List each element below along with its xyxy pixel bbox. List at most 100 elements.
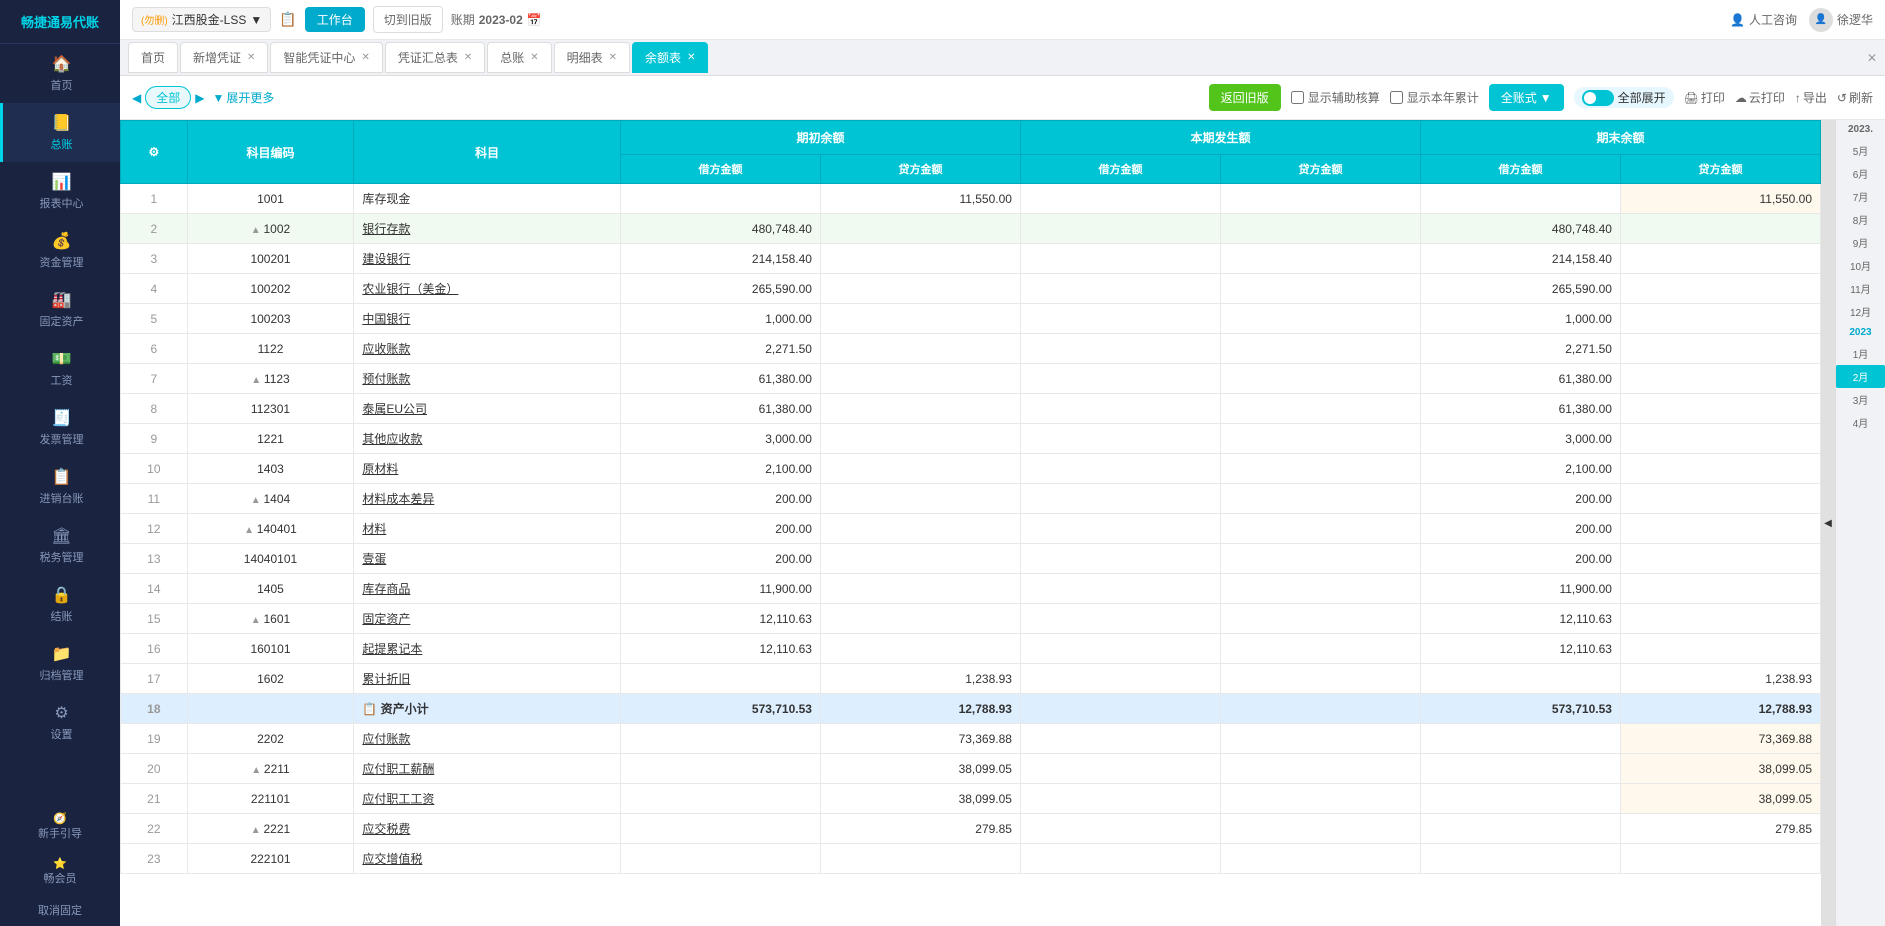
sidebar-item-reports[interactable]: 📊 报表中心 [0, 162, 120, 221]
sidebar-item-funds[interactable]: 💰 资金管理 [0, 221, 120, 280]
subject-name[interactable]: 应付职工薪酬 [354, 754, 621, 784]
tab-bar: 首页 新增凭证 ✕ 智能凭证中心 ✕ 凭证汇总表 ✕ 总账 ✕ 明细表 ✕ [120, 40, 1885, 76]
export-button[interactable]: ↑ 导出 [1795, 89, 1827, 106]
subject-name: 📋 资产小计 [354, 694, 621, 724]
refresh-button[interactable]: ↺ 刷新 [1837, 89, 1873, 106]
period-debit: 1,000.00 [620, 304, 820, 334]
month-2-active[interactable]: 2月 [1836, 365, 1885, 388]
filter-all-button[interactable]: 全部 [145, 86, 191, 109]
subject-name[interactable]: 应付职工工资 [354, 784, 621, 814]
period-calendar-icon[interactable]: 📅 [527, 13, 542, 27]
month-3[interactable]: 3月 [1836, 388, 1885, 411]
sidebar-item-guide[interactable]: 🧭 新手引导 [0, 804, 120, 849]
subject-name[interactable]: 材料成本差异 [354, 484, 621, 514]
settings-col-header[interactable]: ⚙ [121, 121, 188, 184]
month-5[interactable]: 5月 [1836, 139, 1885, 162]
sidebar-item-ledger[interactable]: 📒 总账 [0, 103, 120, 162]
subject-name[interactable]: 预付账款 [354, 364, 621, 394]
end-debit [1420, 844, 1620, 874]
month-4[interactable]: 4月 [1836, 411, 1885, 434]
sidebar-item-member[interactable]: ⭐ 畅会员 [0, 849, 120, 894]
tab-home[interactable]: 首页 [128, 42, 178, 73]
show-ytd-checkbox[interactable] [1390, 91, 1403, 104]
month-9[interactable]: 9月 [1836, 231, 1885, 254]
tab-balance-close[interactable]: ✕ [687, 52, 695, 63]
tab-close-all-icon[interactable]: ✕ [1867, 51, 1877, 65]
subject-name[interactable]: 库存商品 [354, 574, 621, 604]
tab-smart-voucher[interactable]: 智能凭证中心 ✕ [270, 42, 382, 73]
table-container[interactable]: ⚙ 科目编码 科目 期初余额 本期发生额 期末余额 借方金额 贷方金额 借方金额… [120, 120, 1821, 926]
go-back-button[interactable]: 返回旧版 [1209, 84, 1281, 111]
subject-name[interactable]: 泰属EU公司 [354, 394, 621, 424]
sidebar-item-settings[interactable]: ⚙ 设置 [0, 693, 120, 752]
tab-detail[interactable]: 明细表 ✕ [554, 42, 630, 73]
month-6[interactable]: 6月 [1836, 162, 1885, 185]
panel-collapse-button[interactable]: ◀ [1821, 120, 1835, 926]
month-7[interactable]: 7月 [1836, 185, 1885, 208]
cur-debit [1020, 664, 1220, 694]
subject-name[interactable]: 壹蛋 [354, 544, 621, 574]
subject-name[interactable]: 材料 [354, 514, 621, 544]
archive-icon: 📁 [52, 644, 72, 664]
expand-more-button[interactable]: ▼ 展开更多 [212, 89, 274, 106]
subject-name[interactable]: 其他应收款 [354, 424, 621, 454]
print-button[interactable]: 🖨 打印 [1684, 89, 1725, 106]
sales-icon: 📋 [52, 467, 72, 487]
cancel-fixed-button[interactable]: 取消固定 [0, 894, 120, 926]
workbench-button[interactable]: 工作台 [305, 7, 365, 32]
subject-name[interactable]: 应付账款 [354, 724, 621, 754]
subject-name[interactable]: 应交税费 [354, 814, 621, 844]
tab-voucher-summary-label: 凭证汇总表 [398, 49, 458, 66]
period-debit: 11,900.00 [620, 574, 820, 604]
sidebar-item-archive[interactable]: 📁 归档管理 [0, 634, 120, 693]
month-12[interactable]: 12月 [1836, 300, 1885, 323]
subject-name[interactable]: 建设银行 [354, 244, 621, 274]
subject-name[interactable]: 原材料 [354, 454, 621, 484]
month-10[interactable]: 10月 [1836, 254, 1885, 277]
tab-detail-close[interactable]: ✕ [609, 52, 617, 63]
expand-all-toggle[interactable]: 全部展开 [1574, 87, 1674, 108]
tab-smart-voucher-close[interactable]: ✕ [361, 52, 369, 63]
tab-new-voucher-close[interactable]: ✕ [247, 52, 255, 63]
subject-name[interactable]: 农业银行（美金） [354, 274, 621, 304]
sidebar-item-assets[interactable]: 🏭 固定资产 [0, 280, 120, 339]
period-label: 账期 [451, 11, 475, 28]
sidebar-item-sales[interactable]: 📋 进销台账 [0, 457, 120, 516]
tab-voucher-summary-close[interactable]: ✕ [464, 52, 472, 63]
tab-voucher-summary[interactable]: 凭证汇总表 ✕ [385, 42, 485, 73]
user-service[interactable]: 👤 人工咨询 [1730, 11, 1797, 28]
company-selector[interactable]: (勿删) 江西股金-LSS ▼ [132, 7, 271, 32]
toggle-switch[interactable] [1582, 90, 1614, 106]
end-debit: 573,710.53 [1420, 694, 1620, 724]
cloud-print-button[interactable]: ☁ 云打印 [1735, 89, 1785, 106]
format-button[interactable]: 全账式 ▼ [1489, 84, 1564, 111]
subject-name[interactable]: 累计折旧 [354, 664, 621, 694]
copy-icon[interactable]: 📋 [279, 11, 296, 28]
subject-name[interactable]: 应交增值税 [354, 844, 621, 874]
sidebar-item-salary[interactable]: 💵 工资 [0, 339, 120, 398]
subject-name[interactable]: 中国银行 [354, 304, 621, 334]
sidebar-item-close[interactable]: 🔒 结账 [0, 575, 120, 634]
table-row: 12▲ 140401材料200.00200.00 [121, 514, 1821, 544]
tab-ledger-close[interactable]: ✕ [530, 52, 538, 63]
sidebar-item-invoice[interactable]: 🧾 发票管理 [0, 398, 120, 457]
tab-balance[interactable]: 余额表 ✕ [632, 42, 708, 73]
subject-name[interactable]: 固定资产 [354, 604, 621, 634]
month-8[interactable]: 8月 [1836, 208, 1885, 231]
user-info[interactable]: 👤 徐逻华 [1809, 8, 1873, 32]
show-aux-checkbox[interactable] [1291, 91, 1304, 104]
tab-new-voucher[interactable]: 新增凭证 ✕ [180, 42, 268, 73]
sidebar-item-home[interactable]: 🏠 首页 [0, 44, 120, 103]
subject-name[interactable]: 银行存款 [354, 214, 621, 244]
month-1[interactable]: 1月 [1836, 342, 1885, 365]
subject-name[interactable]: 应收账款 [354, 334, 621, 364]
switch-version-button[interactable]: 切到旧版 [373, 6, 443, 33]
table-row: 22▲ 2221应交税费279.85279.85 [121, 814, 1821, 844]
date-panel: 2023. 5月 6月 7月 8月 9月 10月 11月 12月 2023 1月… [1835, 120, 1885, 926]
subject-name[interactable]: 起提累记本 [354, 634, 621, 664]
cur-credit [1220, 274, 1420, 304]
tab-ledger-main[interactable]: 总账 ✕ [487, 42, 551, 73]
end-credit [1620, 454, 1820, 484]
month-11[interactable]: 11月 [1836, 277, 1885, 300]
sidebar-item-tax[interactable]: 🏛 税务管理 [0, 516, 120, 575]
